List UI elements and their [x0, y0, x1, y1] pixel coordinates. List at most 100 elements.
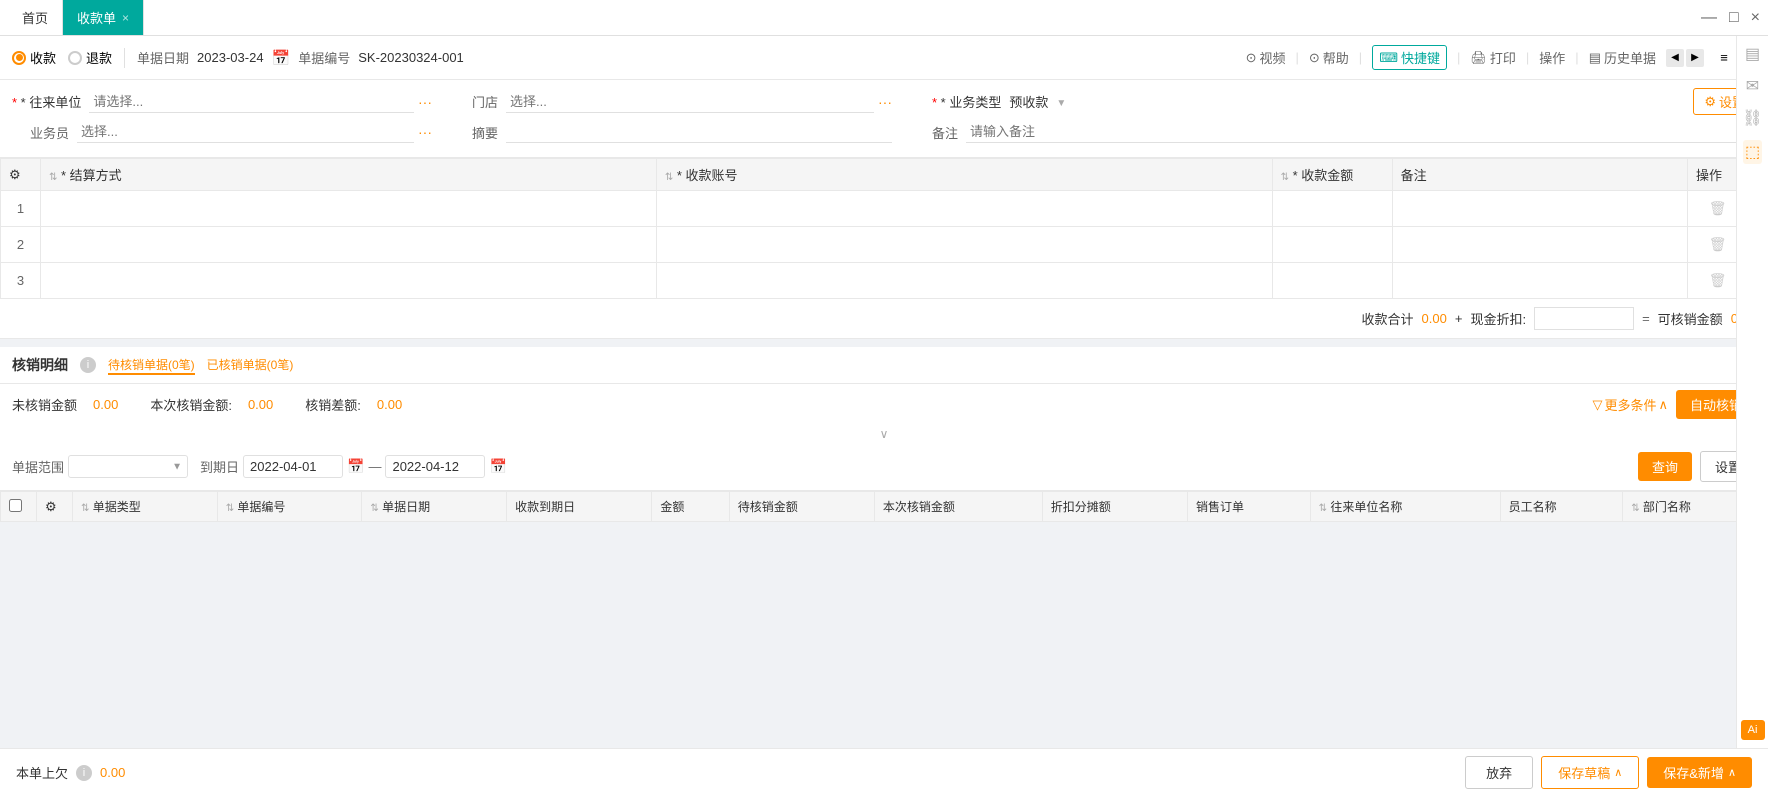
date-from-input[interactable] — [243, 455, 343, 478]
filter-icon: ▽ — [1592, 397, 1602, 413]
gear2-icon[interactable]: ⚙ — [45, 499, 57, 514]
range-select-wrap — [68, 455, 188, 478]
account-2[interactable] — [656, 227, 1272, 263]
gear-icon: ⚙ — [1704, 94, 1716, 110]
table-gear-header[interactable] — [1, 492, 37, 522]
ai-label[interactable]: Ai — [1741, 720, 1765, 740]
amount-header2: 金额 — [652, 492, 729, 522]
bill-number: SK-20230324-001 — [358, 50, 464, 65]
note-input[interactable] — [966, 121, 1756, 143]
sales-order-header: 销售订单 — [1188, 492, 1311, 522]
refund-radio[interactable]: 退款 — [68, 48, 112, 67]
plus-sign: + — [1455, 311, 1463, 326]
bottom-actions: 放弃 保存草稿 ∧ 保存&新增 ∧ — [1465, 756, 1752, 789]
summary-row: 收款合计 0.00 + 现金折扣: = 可核销金额 0.00 — [0, 299, 1768, 339]
bottom-info: 本单上欠 i 0.00 — [16, 763, 125, 782]
delete-icon-2[interactable]: 🗑 — [1709, 236, 1727, 252]
business-type-dropdown[interactable] — [1052, 94, 1066, 109]
info-icon2[interactable]: i — [76, 765, 92, 781]
print-icon: 🖨 — [1470, 50, 1487, 66]
calendar-from-icon[interactable]: 📅 — [347, 458, 364, 475]
video-btn[interactable]: ⊙ 视频 — [1246, 48, 1286, 67]
current-value: 0.00 — [248, 397, 273, 412]
discard-btn[interactable]: 放弃 — [1465, 756, 1533, 789]
delete-icon-1[interactable]: 🗑 — [1709, 200, 1727, 216]
note-2[interactable] — [1392, 227, 1687, 263]
amount-1[interactable] — [1272, 191, 1392, 227]
calendar-to-icon[interactable]: 📅 — [489, 458, 506, 475]
note-1[interactable] — [1392, 191, 1687, 227]
staff-input[interactable] — [77, 121, 414, 143]
save-draft-btn[interactable]: 保存草稿 ∧ — [1541, 756, 1639, 789]
tab-home[interactable]: 首页 — [8, 0, 63, 35]
delete-icon-3[interactable]: 🗑 — [1709, 272, 1727, 288]
table-row: 2 🗑 ⧉ — [1, 227, 1768, 263]
sidebar-table-icon[interactable]: ▤ — [1745, 44, 1760, 64]
account-1[interactable] — [656, 191, 1272, 227]
minimize-icon[interactable]: — — [1701, 9, 1717, 27]
gear-header[interactable]: ⚙ — [1, 159, 41, 191]
account-3[interactable] — [656, 263, 1272, 299]
shop-more-icon[interactable]: ··· — [878, 94, 892, 110]
partner-more-icon[interactable]: ··· — [418, 94, 432, 110]
shop-field: 门店 ··· — [472, 91, 892, 113]
form-row-1: * 往来单位 ··· 门店 ··· * 业务类型 预收款 — [12, 88, 1756, 115]
sidebar-mail-icon[interactable]: ✉ — [1746, 76, 1759, 96]
list-layout-btn[interactable]: ≡ — [1714, 48, 1734, 68]
operations-btn[interactable]: 操作 — [1539, 48, 1565, 67]
query-btn[interactable]: 查询 — [1638, 452, 1692, 481]
save-new-arrow: ∧ — [1728, 766, 1736, 779]
unchecked-value: 0.00 — [93, 397, 118, 412]
prev-btn[interactable]: ◀ — [1666, 49, 1684, 67]
note-3[interactable] — [1392, 263, 1687, 299]
payment-method-1[interactable] — [41, 191, 657, 227]
done-tab[interactable]: 已核销单据(0笔) — [207, 356, 294, 375]
select-all-checkbox[interactable] — [9, 499, 22, 512]
payment-method-3[interactable] — [41, 263, 657, 299]
shortcuts-icon: ⌨ — [1379, 50, 1398, 66]
close-icon[interactable]: × — [1751, 9, 1760, 27]
save-draft-arrow: ∧ — [1614, 766, 1622, 779]
discount-input[interactable] — [1534, 307, 1634, 330]
range-filter: 单据范围 — [12, 455, 188, 478]
stats-row: 未核销金额 0.00 本次核销金额: 0.00 核销差额: 0.00 ▽ 更多条… — [0, 384, 1768, 425]
amount-2[interactable] — [1272, 227, 1392, 263]
history-icon: ▤ — [1589, 50, 1601, 66]
pending-tab[interactable]: 待核销单据(0笔) — [108, 356, 195, 375]
receipt-radio[interactable]: 收款 — [12, 48, 56, 67]
payment-method-2[interactable] — [41, 227, 657, 263]
video-icon: ⊙ — [1246, 50, 1257, 66]
bottom-table-wrap: ⚙ ⇅ 单据类型 ⇅ 单据编号 ⇅ — [0, 491, 1768, 522]
pending-amount-header: 待核销金额 — [729, 492, 874, 522]
tab-receipt[interactable]: 收款单 × — [63, 0, 144, 35]
save-new-btn[interactable]: 保存&新增 ∧ — [1647, 757, 1752, 788]
calendar-icon[interactable]: 📅 — [272, 49, 291, 67]
summary-input[interactable] — [506, 121, 892, 143]
maximize-icon[interactable]: □ — [1729, 9, 1739, 27]
business-type-field: * 业务类型 预收款 ⚙ 设置 — [932, 88, 1756, 115]
history-btn[interactable]: ▤ 历史单据 — [1589, 48, 1656, 67]
data-table-section: ⚙ ⇅ * 结算方式 ⇅ * 收款账号 ⇅ * 收款金额 — [0, 158, 1768, 299]
amount-3[interactable] — [1272, 263, 1392, 299]
date-to-input[interactable] — [385, 455, 485, 478]
partner-input[interactable] — [89, 91, 414, 113]
range-select[interactable] — [68, 455, 188, 478]
info-icon[interactable]: i — [80, 357, 96, 373]
help-btn[interactable]: ⊙ 帮助 — [1309, 48, 1349, 67]
next-btn[interactable]: ▶ — [1686, 49, 1704, 67]
total-value: 0.00 — [1422, 311, 1447, 326]
shop-input[interactable] — [506, 91, 874, 113]
receipt-refund-toggle: 收款 退款 — [12, 48, 112, 67]
tab-close-icon[interactable]: × — [122, 11, 129, 25]
window-controls: — □ × — [1701, 9, 1760, 27]
sidebar-expand-icon[interactable]: ⬚ — [1743, 140, 1762, 164]
print-btn[interactable]: 🖨 打印 — [1470, 48, 1516, 67]
due-date-header: 收款到期日 — [507, 492, 652, 522]
bill-num-header: ⇅ 单据编号 — [217, 492, 362, 522]
staff-more-icon[interactable]: ··· — [418, 124, 432, 140]
shortcuts-btn[interactable]: ⌨ 快捷键 — [1372, 45, 1447, 70]
sidebar-link-icon[interactable]: ⛓ — [1742, 108, 1762, 128]
staff-name-header: 员工名称 — [1500, 492, 1623, 522]
more-filter-btn[interactable]: ▽ 更多条件 ∧ — [1592, 395, 1668, 414]
diff-value: 0.00 — [377, 397, 402, 412]
